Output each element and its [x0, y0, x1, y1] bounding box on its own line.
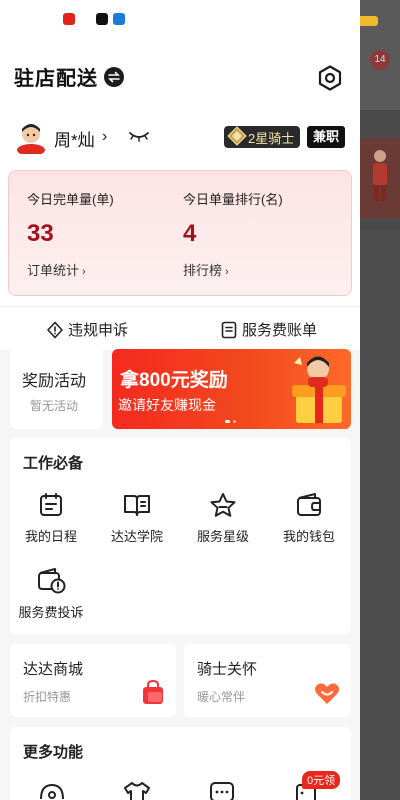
work-essentials-title: 工作必备: [23, 455, 84, 472]
mode-switch[interactable]: 驻店配送: [14, 62, 124, 91]
invite-banner[interactable]: 拿800元奖励 邀请好友赚现金: [112, 349, 351, 429]
more-features-title: 更多功能: [23, 744, 84, 761]
background-app-content: [360, 230, 400, 800]
book-icon: [124, 495, 150, 516]
rider-illustration: [373, 150, 387, 201]
order-stats-link[interactable]: 订单统计 ›: [27, 260, 114, 279]
diamond-icon: [227, 126, 247, 146]
eye-closed-icon[interactable]: [128, 130, 150, 142]
dada-mall-subtitle: 折扣特惠: [23, 690, 72, 704]
fee-complaint-icon: [38, 568, 66, 594]
appeal-icon: [47, 321, 63, 338]
bill-icon: [221, 321, 237, 338]
employment-type-badge: 兼职: [307, 126, 346, 148]
completed-orders-label: 今日完单量(单): [27, 192, 114, 207]
status-bar: [0, 0, 360, 40]
uniform-icon[interactable]: [122, 779, 152, 800]
app-notification-icon: [63, 13, 75, 25]
stats-card: 今日完单量(单) 33 订单统计 › 今日单量排行(名) 4 排行榜 ›: [8, 170, 352, 296]
promo-row: 奖励活动 暂无活动 拿800元奖励 邀请好友赚现金: [0, 347, 360, 429]
completed-orders-value: 33: [27, 220, 54, 247]
service-rating-label: 服务星级: [196, 529, 249, 544]
order-rank-label: 今日单量排行(名): [183, 192, 283, 207]
order-rank-stat: 今日单量排行(名) 4 排行榜 ›: [183, 189, 283, 279]
background-app[interactable]: 14: [360, 0, 400, 800]
rider-name[interactable]: 周*灿: [54, 126, 95, 151]
page-title: 驻店配送: [14, 68, 98, 90]
shopping-bag-icon: [143, 680, 163, 704]
completed-orders-stat: 今日完单量(单) 33 订单统计 ›: [27, 189, 114, 279]
tiktok-notification-icon: [96, 13, 108, 25]
dada-mall-title: 达达商城: [23, 661, 84, 678]
service-fee-complaint-label: 服务费投诉: [18, 605, 84, 620]
banner-pagination: [225, 420, 236, 423]
dada-mall-card[interactable]: 达达商城 折扣特惠: [10, 644, 176, 717]
side-drawer: 驻店配送 周*灿 › 2星骑士 兼职 今日完单量(单) 33 订单统计 › 今日…: [0, 0, 360, 800]
settings-icon[interactable]: [316, 64, 344, 92]
heart-icon: [315, 683, 339, 704]
profile-row[interactable]: 周*灿 › 2星骑士 兼职: [0, 116, 360, 168]
background-app-card: [360, 138, 400, 218]
reward-activity-status: 暂无活动: [30, 399, 79, 413]
leaderboard-link[interactable]: 排行榜 ›: [183, 260, 283, 279]
banner-title: 拿800元奖励: [120, 370, 228, 391]
chevron-right-icon: ›: [225, 266, 229, 278]
service-fee-bill-button[interactable]: 服务费账单: [220, 319, 317, 340]
quick-actions: 违规申诉 服务费账单: [0, 306, 360, 350]
background-notification-badge: 14: [370, 50, 390, 70]
swap-icon[interactable]: [104, 66, 124, 87]
service-rating-item[interactable]: 服务星级: [188, 492, 258, 545]
schedule-label: 我的日程: [24, 529, 77, 544]
violation-appeal-label: 违规申诉: [68, 322, 129, 339]
service-fee-bill-label: 服务费账单: [242, 322, 318, 339]
schedule-item[interactable]: 我的日程: [16, 492, 86, 545]
reward-activity-title: 奖励活动: [22, 373, 87, 390]
gift-box-illustration: [292, 356, 346, 423]
avatar[interactable]: [16, 120, 46, 154]
more-features-card: 更多功能 0元领: [10, 727, 351, 800]
dada-academy-item[interactable]: 达达学院: [102, 492, 172, 545]
drawer-header: 驻店配送: [0, 40, 360, 116]
rider-care-title: 骑士关怀: [197, 661, 258, 678]
work-essentials-card: 工作必备 我的日程 达达学院 服务星级 我的钱包 服务费投诉: [10, 438, 351, 634]
wallet-item[interactable]: 我的钱包: [274, 492, 344, 545]
wallet-icon: [297, 493, 321, 516]
calendar-icon: [40, 493, 62, 516]
stats-section: 今日完单量(单) 33 订单统计 › 今日单量排行(名) 4 排行榜 ›: [0, 168, 360, 306]
rider-care-subtitle: 暖心常伴: [197, 690, 246, 704]
star-icon: [210, 493, 236, 517]
order-rank-value: 4: [183, 220, 197, 247]
helmet-icon[interactable]: [38, 779, 66, 800]
battery-icon: [358, 16, 378, 26]
banner-subtitle: 邀请好友赚现金: [118, 397, 216, 413]
rider-level-label: 2星骑士: [248, 130, 295, 146]
chevron-right-icon[interactable]: ›: [102, 128, 107, 146]
free-claim-badge[interactable]: 0元领: [302, 771, 341, 789]
reward-activity-card[interactable]: 奖励活动 暂无活动: [10, 347, 103, 429]
chat-icon[interactable]: [208, 779, 236, 800]
dada-academy-label: 达达学院: [110, 529, 163, 544]
service-fee-complaint-item[interactable]: 服务费投诉: [16, 566, 86, 621]
message-notification-icon: [113, 13, 125, 25]
chevron-right-icon: ›: [82, 266, 86, 278]
wallet-label: 我的钱包: [282, 529, 335, 544]
violation-appeal-button[interactable]: 违规申诉: [46, 319, 128, 340]
rider-care-card[interactable]: 骑士关怀 暖心常伴: [184, 644, 351, 717]
rider-level-badge[interactable]: 2星骑士: [224, 126, 301, 148]
